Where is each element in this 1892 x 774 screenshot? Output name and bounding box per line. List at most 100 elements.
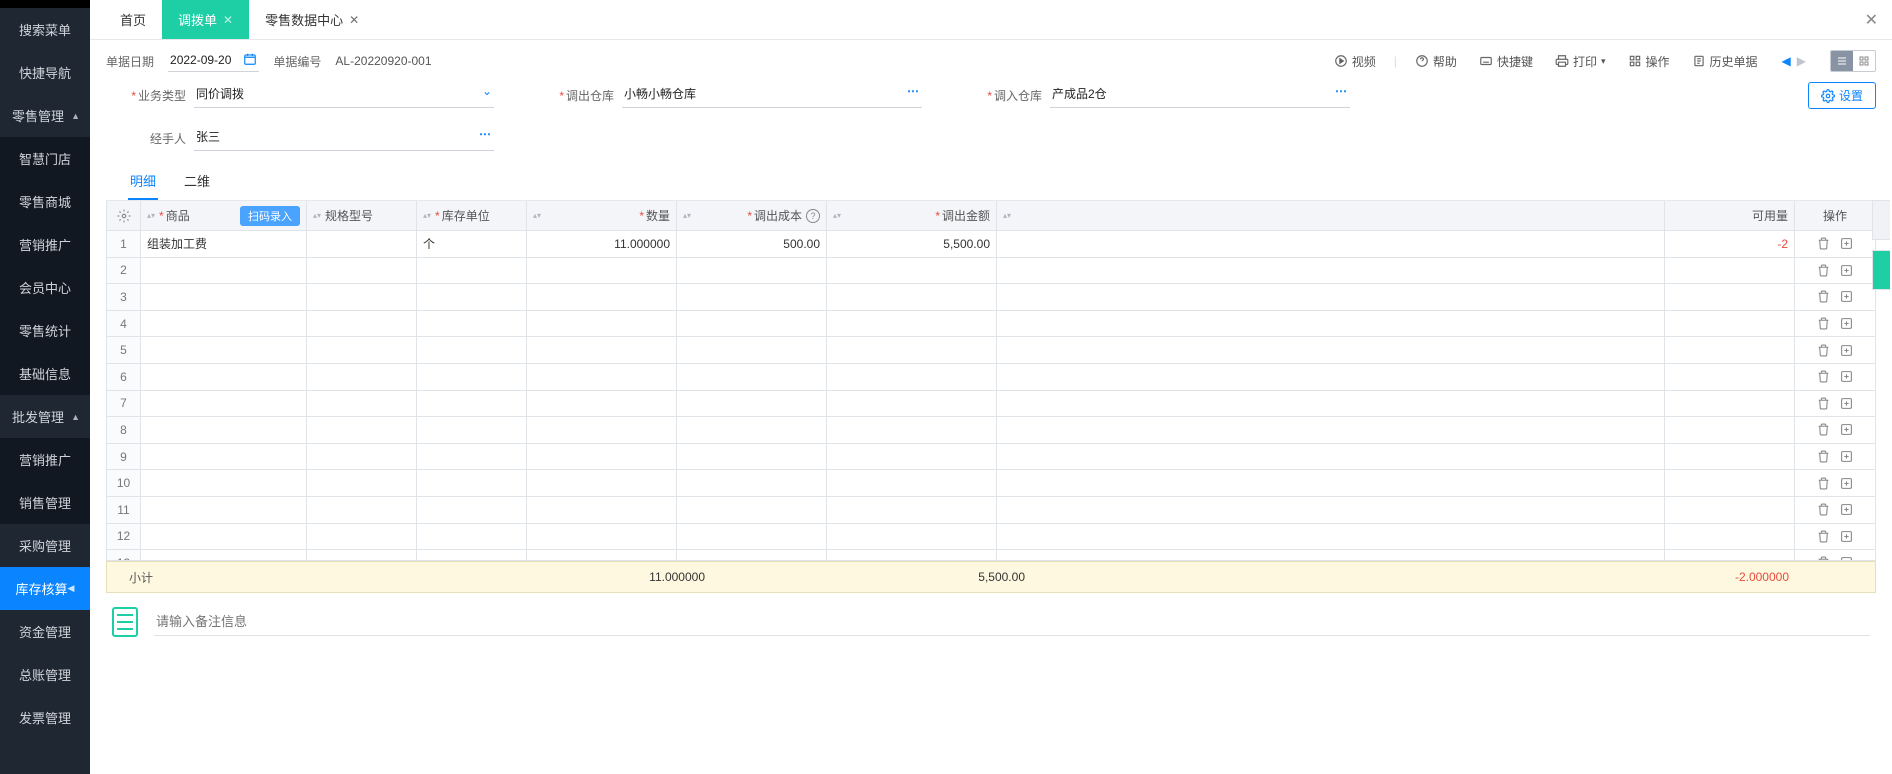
in-warehouse-lookup[interactable]: 产成品2仓 ⋯ xyxy=(1050,82,1350,108)
cell-qty[interactable]: 11.000000 xyxy=(527,231,677,257)
delete-row-icon[interactable] xyxy=(1817,477,1830,490)
close-all-tabs-icon[interactable]: ✕ xyxy=(1865,10,1878,30)
sidebar-item[interactable]: 销售管理 xyxy=(0,481,90,524)
scan-entry-button[interactable]: 扫码录入 xyxy=(240,206,300,226)
date-input[interactable]: 2022-09-20 xyxy=(168,51,259,72)
sidebar-item[interactable]: 库存核算◀ xyxy=(0,567,90,610)
cell-spec[interactable] xyxy=(307,231,417,257)
add-row-icon[interactable] xyxy=(1840,423,1853,436)
table-row[interactable]: 10 xyxy=(107,470,1875,497)
out-warehouse-lookup[interactable]: 小畅小畅仓库 ⋯ xyxy=(622,82,922,108)
add-row-icon[interactable] xyxy=(1840,530,1853,543)
sidebar-item[interactable]: 零售统计 xyxy=(0,309,90,352)
help-button[interactable]: 帮助 xyxy=(1411,51,1461,72)
operate-button[interactable]: 操作 xyxy=(1624,51,1674,72)
col-qty[interactable]: ▴▾ *数量 xyxy=(527,201,677,230)
sidebar-item[interactable]: 批发管理▲ xyxy=(0,395,90,438)
col-available[interactable]: 可用量 xyxy=(1665,201,1795,230)
sidebar-item[interactable]: 资金管理 xyxy=(0,610,90,653)
sort-icon[interactable]: ▴▾ xyxy=(533,213,541,218)
prev-doc-button[interactable]: ◀ xyxy=(1780,54,1793,68)
view-list-button[interactable] xyxy=(1831,51,1853,71)
rail-tab-2[interactable] xyxy=(1872,250,1890,290)
delete-row-icon[interactable] xyxy=(1817,423,1830,436)
notes-icon[interactable] xyxy=(112,607,138,637)
table-row[interactable]: 3 xyxy=(107,284,1875,311)
table-row[interactable]: 7 xyxy=(107,391,1875,418)
delete-row-icon[interactable] xyxy=(1817,503,1830,516)
delete-row-icon[interactable] xyxy=(1817,450,1830,463)
sort-icon[interactable]: ▴▾ xyxy=(683,213,691,218)
delete-row-icon[interactable] xyxy=(1817,290,1830,303)
add-row-icon[interactable] xyxy=(1840,503,1853,516)
add-row-icon[interactable] xyxy=(1840,450,1853,463)
ellipsis-icon[interactable]: ⋯ xyxy=(1335,84,1348,98)
delete-row-icon[interactable] xyxy=(1817,237,1830,250)
sidebar-item[interactable]: 搜索菜单 xyxy=(0,8,90,51)
next-doc-button[interactable]: ▶ xyxy=(1795,54,1808,68)
close-icon[interactable]: ✕ xyxy=(223,13,233,27)
col-unit[interactable]: ▴▾ *库存单位 xyxy=(417,201,527,230)
ellipsis-icon[interactable]: ⋯ xyxy=(479,127,492,141)
table-row[interactable]: 5 xyxy=(107,337,1875,364)
delete-row-icon[interactable] xyxy=(1817,556,1830,561)
close-icon[interactable]: ✕ xyxy=(349,13,359,27)
col-amount[interactable]: ▴▾ *调出金额 xyxy=(827,201,997,230)
sort-icon[interactable]: ▴▾ xyxy=(833,213,841,218)
col-product[interactable]: ▴▾ *商品 扫码录入 xyxy=(141,201,307,230)
biz-type-select[interactable]: 同价调拨 ⌄ xyxy=(194,82,494,108)
table-row[interactable]: 9 xyxy=(107,444,1875,471)
remark-input[interactable] xyxy=(154,608,1870,636)
page-tab[interactable]: 零售数据中心✕ xyxy=(249,0,375,39)
table-row[interactable]: 12 xyxy=(107,524,1875,551)
handler-lookup[interactable]: 张三 ⋯ xyxy=(194,125,494,151)
page-tab[interactable]: 调拨单✕ xyxy=(162,0,249,39)
page-tab[interactable]: 首页 xyxy=(104,0,162,39)
shortcut-button[interactable]: 快捷键 xyxy=(1475,51,1537,72)
view-grid-button[interactable] xyxy=(1853,51,1875,71)
table-row[interactable]: 2 xyxy=(107,258,1875,285)
add-row-icon[interactable] xyxy=(1840,264,1853,277)
table-row[interactable]: 4 xyxy=(107,311,1875,338)
sidebar-item[interactable]: 零售商城 xyxy=(0,180,90,223)
sidebar-item[interactable]: 智慧门店 xyxy=(0,137,90,180)
delete-row-icon[interactable] xyxy=(1817,397,1830,410)
add-row-icon[interactable] xyxy=(1840,237,1853,250)
add-row-icon[interactable] xyxy=(1840,290,1853,303)
sidebar-item[interactable]: 发票管理 xyxy=(0,696,90,739)
add-row-icon[interactable] xyxy=(1840,477,1853,490)
sidebar-item[interactable]: 总账管理 xyxy=(0,653,90,696)
sort-icon[interactable]: ▴▾ xyxy=(423,213,431,218)
col-cost[interactable]: ▴▾ *调出成本 xyxy=(677,201,827,230)
calendar-icon[interactable] xyxy=(243,52,257,66)
sidebar-item[interactable]: 会员中心 xyxy=(0,266,90,309)
tab-2d[interactable]: 二维 xyxy=(182,165,212,200)
add-row-icon[interactable] xyxy=(1840,317,1853,330)
rail-tab-1[interactable] xyxy=(1872,200,1890,240)
delete-row-icon[interactable] xyxy=(1817,317,1830,330)
tab-detail[interactable]: 明细 xyxy=(128,165,158,200)
add-row-icon[interactable] xyxy=(1840,556,1853,561)
cell-cost[interactable]: 500.00 xyxy=(677,231,827,257)
sidebar-item[interactable]: 基础信息 xyxy=(0,352,90,395)
add-row-icon[interactable] xyxy=(1840,344,1853,357)
table-row[interactable]: 6 xyxy=(107,364,1875,391)
video-button[interactable]: 视频 xyxy=(1330,51,1380,72)
cell-product[interactable]: 组装加工费 xyxy=(141,231,307,257)
col-spec[interactable]: ▴▾ 规格型号 xyxy=(307,201,417,230)
sort-icon[interactable]: ▴▾ xyxy=(313,213,321,218)
sort-icon[interactable]: ▴▾ xyxy=(1003,213,1011,218)
column-settings-button[interactable] xyxy=(107,201,141,230)
sort-icon[interactable]: ▴▾ xyxy=(147,213,155,218)
print-button[interactable]: 打印 ▾ xyxy=(1551,51,1610,72)
table-row[interactable]: 13 xyxy=(107,550,1875,561)
sidebar-item[interactable]: 营销推广 xyxy=(0,223,90,266)
sidebar-item[interactable]: 快捷导航 xyxy=(0,51,90,94)
table-row[interactable]: 1组装加工费个11.000000500.005,500.00-2 xyxy=(107,231,1875,258)
history-button[interactable]: 历史单据 xyxy=(1688,51,1762,72)
delete-row-icon[interactable] xyxy=(1817,344,1830,357)
add-row-icon[interactable] xyxy=(1840,397,1853,410)
delete-row-icon[interactable] xyxy=(1817,530,1830,543)
delete-row-icon[interactable] xyxy=(1817,264,1830,277)
table-row[interactable]: 11 xyxy=(107,497,1875,524)
